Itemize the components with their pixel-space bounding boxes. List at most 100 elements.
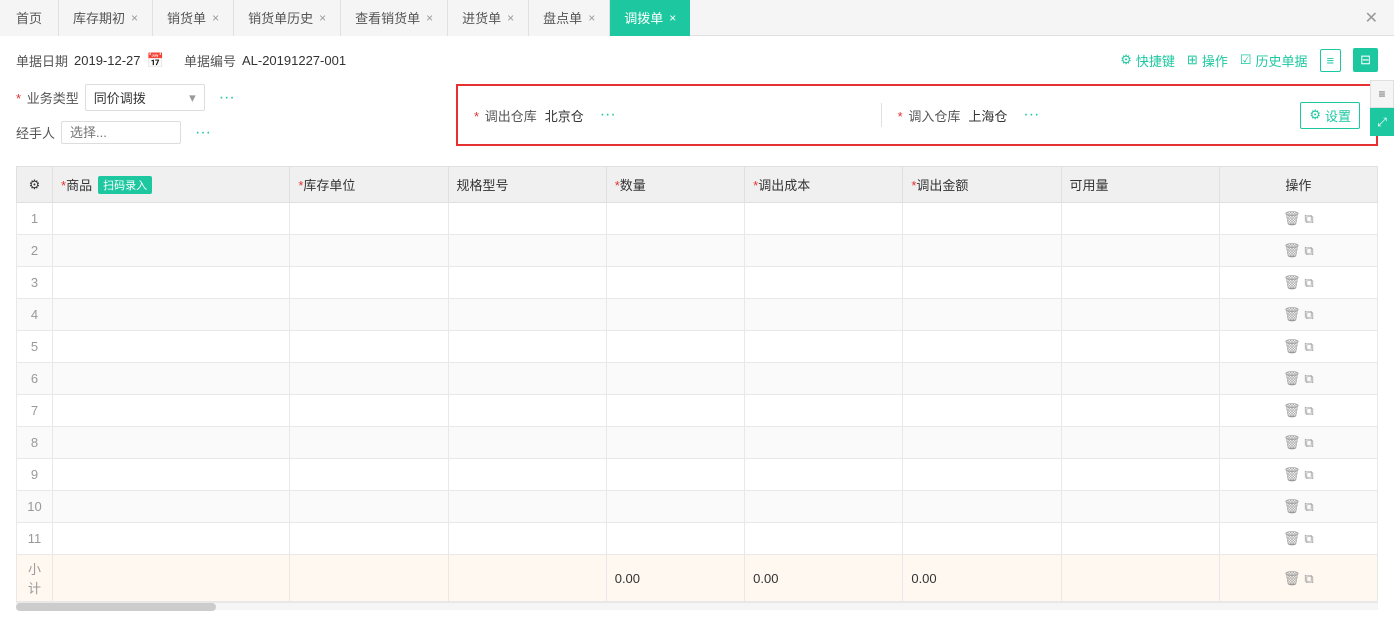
cell-qty[interactable] [606,523,744,555]
scan-button[interactable]: 扫码录入 [98,176,152,194]
copy-icon[interactable]: ⧉ [1304,403,1313,418]
cell-product[interactable] [53,267,290,299]
th-settings[interactable]: ⚙ [17,167,53,203]
cell-product[interactable] [53,395,290,427]
tab-inventory-init[interactable]: 库存期初 × [59,0,153,36]
warehouse-in-more[interactable]: ··· [1023,106,1039,124]
cell-amount[interactable] [903,299,1061,331]
subtotal-delete-icon[interactable]: 🗑 [1283,570,1301,586]
shortcut-button[interactable]: ⚙ 快捷键 [1120,51,1175,70]
cell-product[interactable] [53,331,290,363]
cell-amount[interactable] [903,363,1061,395]
delete-icon[interactable]: 🗑 [1283,402,1301,418]
tab-inventory-check[interactable]: 盘点单 × [529,0,610,36]
cell-unit[interactable] [290,459,448,491]
tab-close-purchase-order[interactable]: × [507,11,514,25]
handler-input[interactable] [61,121,181,144]
cell-cost[interactable] [745,459,903,491]
cell-available[interactable] [1061,235,1219,267]
cell-available[interactable] [1061,427,1219,459]
history-button[interactable]: ☑ 历史单据 [1240,51,1308,70]
operation-button[interactable]: ⊞ 操作 [1187,51,1228,70]
settings-button[interactable]: ⚙ 设置 [1300,102,1360,129]
cell-spec[interactable] [448,363,606,395]
tab-purchase-order[interactable]: 进货单 × [448,0,529,36]
delete-icon[interactable]: 🗑 [1283,210,1301,226]
cell-unit[interactable] [290,395,448,427]
cell-unit[interactable] [290,523,448,555]
delete-icon[interactable]: 🗑 [1283,466,1301,482]
cell-product[interactable] [53,427,290,459]
cell-qty[interactable] [606,459,744,491]
cell-spec[interactable] [448,395,606,427]
handler-more[interactable]: ··· [195,124,211,142]
cell-spec[interactable] [448,299,606,331]
cell-cost[interactable] [745,235,903,267]
cell-available[interactable] [1061,523,1219,555]
tab-view-sales[interactable]: 查看销货单 × [341,0,448,36]
cell-unit[interactable] [290,235,448,267]
cell-amount[interactable] [903,395,1061,427]
horizontal-scrollbar[interactable] [16,602,1378,610]
cell-product[interactable] [53,459,290,491]
cell-product[interactable] [53,523,290,555]
cell-cost[interactable] [745,395,903,427]
cell-product[interactable] [53,299,290,331]
cell-unit[interactable] [290,427,448,459]
cell-cost[interactable] [745,427,903,459]
copy-icon[interactable]: ⧉ [1304,499,1313,514]
copy-icon[interactable]: ⧉ [1304,435,1313,450]
copy-icon[interactable]: ⧉ [1304,243,1313,258]
cell-spec[interactable] [448,523,606,555]
cell-qty[interactable] [606,267,744,299]
window-close-button[interactable]: ✕ [1349,8,1394,28]
cell-cost[interactable] [745,491,903,523]
copy-icon[interactable]: ⧉ [1304,371,1313,386]
cell-unit[interactable] [290,267,448,299]
cell-unit[interactable] [290,331,448,363]
sidebar-expand-icon[interactable]: ⤢ [1370,108,1394,136]
tab-close-transfer-order[interactable]: × [669,11,676,25]
cell-spec[interactable] [448,459,606,491]
cell-qty[interactable] [606,235,744,267]
delete-icon[interactable]: 🗑 [1283,242,1301,258]
cell-amount[interactable] [903,203,1061,235]
cell-available[interactable] [1061,203,1219,235]
cell-unit[interactable] [290,203,448,235]
delete-icon[interactable]: 🗑 [1283,498,1301,514]
tab-sales-order[interactable]: 销货单 × [153,0,234,36]
business-type-dropdown[interactable]: 同价调拨 ▾ [85,84,205,111]
copy-icon[interactable]: ⧉ [1304,467,1313,482]
cell-qty[interactable] [606,299,744,331]
tab-close-inventory-init[interactable]: × [131,11,138,25]
warehouse-out-more[interactable]: ··· [600,106,616,124]
tab-transfer-order[interactable]: 调拨单 × [610,0,690,36]
cell-amount[interactable] [903,331,1061,363]
cell-cost[interactable] [745,523,903,555]
cell-spec[interactable] [448,203,606,235]
cell-unit[interactable] [290,491,448,523]
grid-split-button[interactable]: ⊟ [1353,48,1378,72]
delete-icon[interactable]: 🗑 [1283,370,1301,386]
tab-close-sales-history[interactable]: × [319,11,326,25]
cell-amount[interactable] [903,459,1061,491]
cell-spec[interactable] [448,427,606,459]
cell-qty[interactable] [606,395,744,427]
delete-icon[interactable]: 🗑 [1283,434,1301,450]
cell-qty[interactable] [606,427,744,459]
sidebar-list-icon[interactable]: ≡ [1370,80,1394,108]
cell-amount[interactable] [903,267,1061,299]
cell-product[interactable] [53,363,290,395]
cell-amount[interactable] [903,427,1061,459]
cell-cost[interactable] [745,203,903,235]
cell-cost[interactable] [745,331,903,363]
cell-available[interactable] [1061,267,1219,299]
cell-cost[interactable] [745,299,903,331]
calendar-icon[interactable]: 📅 [147,52,164,69]
cell-qty[interactable] [606,203,744,235]
tab-close-sales-order[interactable]: × [212,11,219,25]
grid-view-button[interactable]: ≡ [1320,49,1342,72]
cell-available[interactable] [1061,491,1219,523]
cell-spec[interactable] [448,491,606,523]
cell-product[interactable] [53,491,290,523]
